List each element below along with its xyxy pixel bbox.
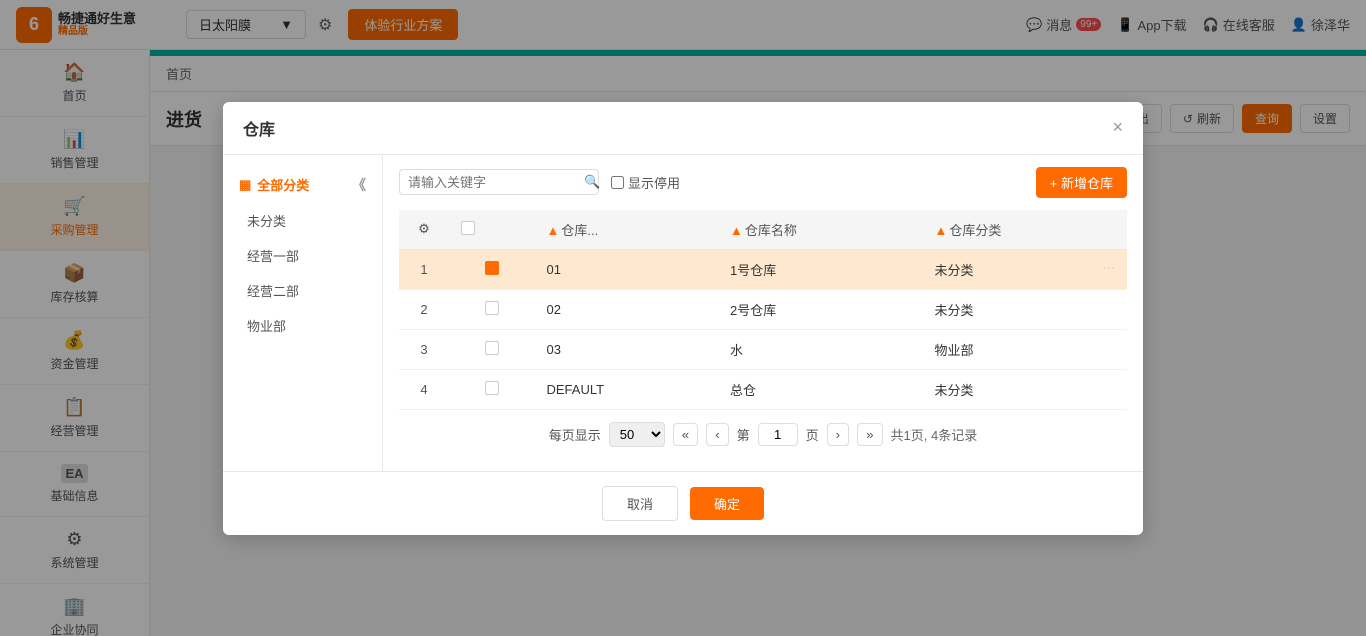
- table-row[interactable]: 4 DEFAULT 总仓 未分类: [399, 369, 1127, 409]
- modal-sidebar-dept2[interactable]: 经营二部: [223, 273, 382, 308]
- total-info: 共1页, 4条记录: [891, 425, 978, 444]
- per-page-label: 每页显示: [549, 425, 601, 444]
- row-number: 2: [399, 289, 449, 329]
- th-code: ▲仓库...: [534, 210, 718, 250]
- cancel-button[interactable]: 取消: [602, 486, 678, 521]
- show-disabled-checkbox[interactable]: [611, 176, 624, 189]
- modal-sidebar-dept1[interactable]: 经营一部: [223, 238, 382, 273]
- row-checkbox[interactable]: [485, 341, 499, 355]
- modal-sidebar-unclassified[interactable]: 未分类: [223, 203, 382, 238]
- modal-main: 🔍 显示停用 + 新增仓库 ⚙: [383, 155, 1143, 471]
- table-row[interactable]: 1 01 1号仓库 未分类···: [399, 249, 1127, 289]
- search-icon: 🔍: [584, 174, 600, 190]
- row-code: 01: [534, 249, 718, 289]
- row-checkbox-cell: [449, 289, 534, 329]
- modal-body: ▦ 全部分类 《 未分类 经营一部 经营二部 物业部 🔍: [223, 155, 1143, 471]
- row-name: 1号仓库: [718, 249, 922, 289]
- last-page-button[interactable]: »: [857, 423, 882, 446]
- warehouse-table: ⚙ ▲仓库... ▲仓库名称 ▲仓库分类 1 01 1号仓库 未分类: [399, 210, 1127, 410]
- all-category-label: 全部分类: [257, 175, 309, 194]
- sort-icon-name: ▲: [730, 223, 743, 238]
- collapse-icon[interactable]: 《: [352, 175, 366, 195]
- row-category: 物业部: [922, 329, 1127, 369]
- modal-sidebar-property[interactable]: 物业部: [223, 308, 382, 343]
- modal-overlay: 仓库 × ▦ 全部分类 《 未分类 经营一部 经营二部 物业部: [0, 0, 1366, 636]
- row-code: 03: [534, 329, 718, 369]
- show-disabled-label[interactable]: 显示停用: [611, 173, 680, 192]
- next-page-button[interactable]: ›: [827, 423, 849, 446]
- modal-close-button[interactable]: ×: [1112, 117, 1123, 138]
- table-header-row: ⚙ ▲仓库... ▲仓库名称 ▲仓库分类: [399, 210, 1127, 250]
- prev-page-button[interactable]: ‹: [706, 423, 728, 446]
- modal-title: 仓库: [243, 116, 275, 140]
- page-number-input[interactable]: [758, 423, 798, 446]
- header-checkbox[interactable]: [461, 221, 475, 235]
- th-name: ▲仓库名称: [718, 210, 922, 250]
- modal-toolbar: 🔍 显示停用 + 新增仓库: [399, 167, 1127, 198]
- row-category: 未分类: [922, 369, 1127, 409]
- row-checkbox[interactable]: [485, 301, 499, 315]
- confirm-button[interactable]: 确定: [690, 487, 764, 520]
- modal-action-footer: 取消 确定: [223, 471, 1143, 535]
- modal-sidebar: ▦ 全部分类 《 未分类 经营一部 经营二部 物业部: [223, 155, 383, 471]
- modal-all-category[interactable]: ▦ 全部分类 《: [223, 167, 382, 203]
- row-checkbox[interactable]: [485, 381, 499, 395]
- row-name: 水: [718, 329, 922, 369]
- row-name: 2号仓库: [718, 289, 922, 329]
- row-code: DEFAULT: [534, 369, 718, 409]
- th-category: ▲仓库分类: [922, 210, 1127, 250]
- row-checkbox[interactable]: [485, 261, 499, 275]
- pagination: 每页显示 50100200 « ‹ 第 页 › » 共1页, 4条记录: [399, 410, 1127, 459]
- th-settings: ⚙: [399, 210, 449, 250]
- table-row[interactable]: 3 03 水 物业部: [399, 329, 1127, 369]
- table-row[interactable]: 2 02 2号仓库 未分类: [399, 289, 1127, 329]
- modal-header: 仓库 ×: [223, 102, 1143, 155]
- grid-icon: ▦: [239, 177, 251, 193]
- table: ⚙ ▲仓库... ▲仓库名称 ▲仓库分类 1 01 1号仓库 未分类: [399, 210, 1127, 410]
- row-category: 未分类: [922, 289, 1127, 329]
- row-number: 3: [399, 329, 449, 369]
- warehouse-modal: 仓库 × ▦ 全部分类 《 未分类 经营一部 经营二部 物业部: [223, 102, 1143, 535]
- row-checkbox-cell: [449, 369, 534, 409]
- page-label: 第: [737, 425, 750, 444]
- first-page-button[interactable]: «: [673, 423, 698, 446]
- search-input[interactable]: [408, 175, 584, 190]
- row-category: 未分类···: [922, 249, 1127, 289]
- th-checkbox: [449, 210, 534, 250]
- row-number: 1: [399, 249, 449, 289]
- add-warehouse-button[interactable]: + 新增仓库: [1036, 167, 1127, 198]
- row-number: 4: [399, 369, 449, 409]
- page-unit: 页: [806, 425, 819, 444]
- row-more-icon[interactable]: ···: [1102, 260, 1115, 275]
- row-name: 总仓: [718, 369, 922, 409]
- row-checkbox-cell: [449, 249, 534, 289]
- search-input-wrap: 🔍: [399, 169, 599, 195]
- sort-icon-cat: ▲: [934, 223, 947, 238]
- sort-icon-code: ▲: [546, 223, 559, 238]
- row-checkbox-cell: [449, 329, 534, 369]
- per-page-select[interactable]: 50100200: [609, 422, 665, 447]
- row-code: 02: [534, 289, 718, 329]
